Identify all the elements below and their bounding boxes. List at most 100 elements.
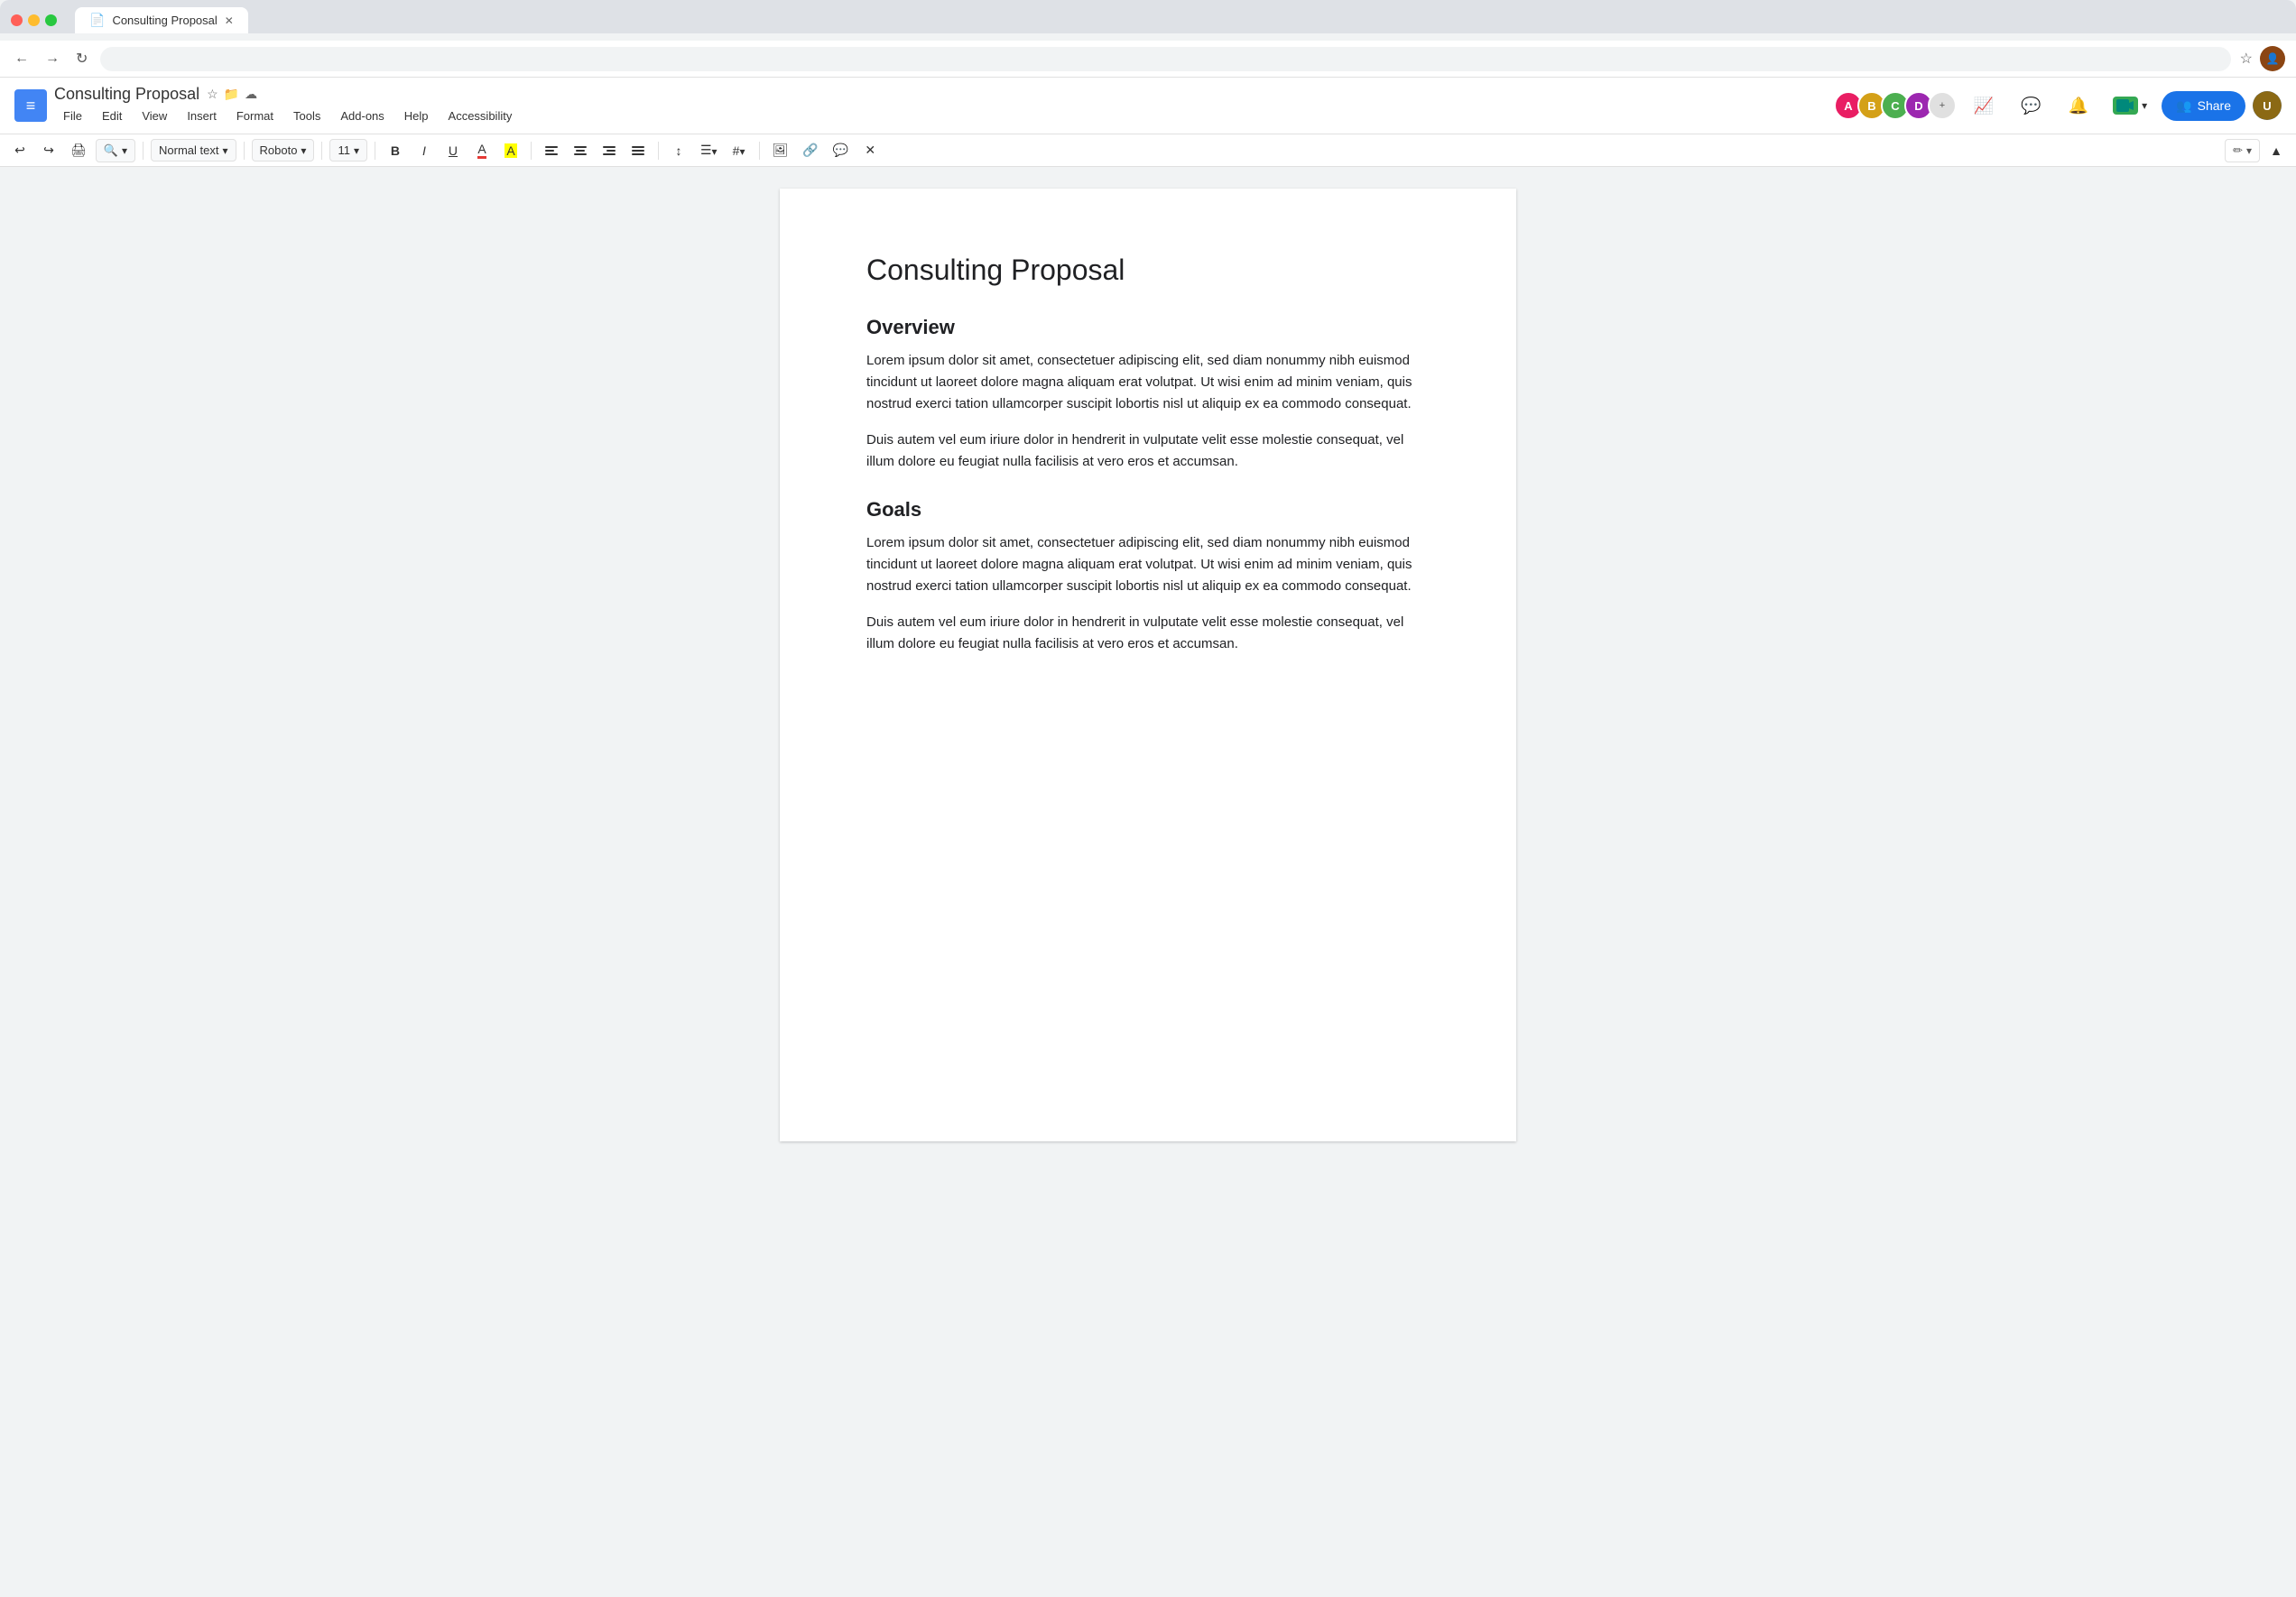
numbered-list-chevron (739, 143, 745, 158)
minimize-button[interactable] (28, 14, 40, 26)
menu-format[interactable]: Format (227, 106, 282, 126)
align-right-button[interactable] (597, 140, 622, 162)
user-avatar[interactable]: U (2253, 91, 2282, 120)
edit-mode-area: ✏ ▲ (2225, 139, 2289, 162)
edit-mode-icon: ✏ (2233, 143, 2243, 158)
docs-header: ≡ Consulting Proposal ☆ 📁 ☁ File Edit Vi… (0, 78, 2296, 134)
underline-button[interactable]: U (440, 140, 466, 162)
align-center-button[interactable] (568, 140, 593, 162)
menu-insert[interactable]: Insert (178, 106, 226, 126)
overview-section: Overview Lorem ipsum dolor sit amet, con… (866, 316, 1430, 473)
menu-accessibility[interactable]: Accessibility (440, 106, 522, 126)
numbered-list-icon: # (733, 143, 740, 158)
bold-button[interactable]: B (383, 140, 408, 162)
refresh-button[interactable]: ↻ (72, 46, 91, 71)
toolbar-sep-3 (321, 142, 322, 160)
insert-link-button[interactable]: 🔗 (797, 139, 823, 162)
zoom-icon: 🔍 (104, 143, 118, 158)
italic-button[interactable]: I (412, 140, 437, 162)
share-button[interactable]: 👥 Share (2162, 91, 2245, 121)
font-dropdown[interactable]: Roboto (252, 139, 315, 162)
docs-menu: File Edit View Insert Format Tools Add-o… (54, 106, 1827, 126)
tab-bar: 📄 Consulting Proposal ✕ (75, 7, 248, 33)
document-title: Consulting Proposal (866, 254, 1430, 287)
close-button[interactable] (11, 14, 23, 26)
menu-addons[interactable]: Add-ons (331, 106, 393, 126)
insert-image-button[interactable]: 🖼 (767, 139, 794, 162)
style-dropdown[interactable]: Normal text (151, 139, 236, 162)
font-label: Roboto (260, 143, 298, 157)
menu-tools[interactable]: Tools (284, 106, 329, 126)
address-input[interactable] (100, 47, 2230, 71)
bullet-list-button[interactable]: ☰ (695, 139, 723, 162)
justify-button[interactable] (625, 140, 651, 162)
undo-button[interactable]: ↩ (7, 139, 32, 162)
maximize-button[interactable] (45, 14, 57, 26)
share-label: Share (2198, 98, 2231, 113)
profile-button[interactable]: 👤 (2260, 46, 2285, 71)
meet-button[interactable]: ▾ (2106, 93, 2154, 118)
back-button[interactable]: ← (11, 47, 32, 70)
style-chevron (222, 143, 227, 157)
document-page: Consulting Proposal Overview Lorem ipsum… (780, 189, 1516, 1141)
menu-file[interactable]: File (54, 106, 91, 126)
collab-area: A B C D + 📈 💬 🔔 ▾ 👥 Share (1834, 90, 2282, 122)
notifications-button[interactable]: 🔔 (2059, 90, 2098, 122)
toolbar-sep-5 (531, 142, 532, 160)
share-icon: 👥 (2176, 98, 2191, 114)
line-spacing-button[interactable]: ↕ (666, 140, 691, 162)
redo-button[interactable]: ↪ (36, 139, 61, 162)
star-icon[interactable]: ☆ (207, 87, 218, 102)
bookmark-button[interactable]: ☆ (2240, 50, 2253, 68)
docs-container: ≡ Consulting Proposal ☆ 📁 ☁ File Edit Vi… (0, 78, 2296, 1597)
menu-view[interactable]: View (133, 106, 176, 126)
zoom-dropdown[interactable]: 🔍 (96, 139, 135, 162)
toolbar-sep-6 (658, 142, 659, 160)
traffic-lights (11, 14, 57, 26)
zoom-chevron (122, 143, 127, 157)
docs-app-icon: ≡ (14, 89, 47, 122)
folder-icon[interactable]: 📁 (224, 87, 239, 102)
size-chevron (354, 143, 359, 157)
overview-paragraph-2: Duis autem vel eum iriure dolor in hendr… (866, 429, 1430, 473)
menu-help[interactable]: Help (395, 106, 438, 126)
analytics-button[interactable]: 📈 (1964, 90, 2004, 122)
numbered-list-button[interactable]: # (727, 140, 752, 162)
doc-scroll-area[interactable]: Consulting Proposal Overview Lorem ipsum… (0, 167, 2296, 1597)
edit-mode-button[interactable]: ✏ (2225, 139, 2260, 162)
collaborator-avatars: A B C D + (1834, 91, 1957, 120)
bullet-list-icon: ☰ (700, 143, 712, 158)
overview-heading: Overview (866, 316, 1430, 339)
text-color-label: A (477, 142, 486, 159)
print-button[interactable]: 🖨 (65, 139, 92, 162)
doc-title-icons: ☆ 📁 ☁ (207, 87, 257, 102)
forward-button[interactable]: → (42, 47, 63, 70)
browser-controls: 📄 Consulting Proposal ✕ (11, 7, 2285, 33)
goals-paragraph-2: Duis autem vel eum iriure dolor in hendr… (866, 612, 1430, 655)
tab-doc-icon: 📄 (89, 13, 105, 28)
docs-title-area: Consulting Proposal ☆ 📁 ☁ File Edit View… (54, 85, 1827, 126)
highlight-button[interactable]: A (498, 140, 523, 162)
font-chevron (301, 143, 306, 157)
comments-button[interactable]: 💬 (2011, 90, 2051, 122)
format-toolbar: ↩ ↪ 🖨 🔍 Normal text Roboto 11 B I U A A (0, 134, 2296, 167)
meet-icon (2113, 97, 2138, 115)
active-tab[interactable]: 📄 Consulting Proposal ✕ (75, 7, 248, 33)
align-left-button[interactable] (539, 140, 564, 162)
goals-heading: Goals (866, 498, 1430, 522)
doc-title-text[interactable]: Consulting Proposal (54, 85, 199, 104)
bullet-list-chevron (712, 143, 718, 158)
size-dropdown[interactable]: 11 (329, 139, 367, 162)
clear-format-button[interactable]: ✕ (857, 139, 883, 162)
toolbar-sep-7 (759, 142, 760, 160)
collapse-toolbar-button[interactable]: ▲ (2264, 140, 2289, 162)
meet-label: ▾ (2142, 99, 2147, 112)
edit-mode-chevron (2246, 143, 2252, 157)
tab-close-button[interactable]: ✕ (225, 14, 234, 27)
insert-comment-button[interactable]: 💬 (828, 139, 854, 162)
text-color-button[interactable]: A (469, 138, 495, 162)
style-label: Normal text (159, 143, 218, 157)
menu-edit[interactable]: Edit (93, 106, 131, 126)
size-label: 11 (338, 143, 350, 157)
toolbar-sep-1 (143, 142, 144, 160)
